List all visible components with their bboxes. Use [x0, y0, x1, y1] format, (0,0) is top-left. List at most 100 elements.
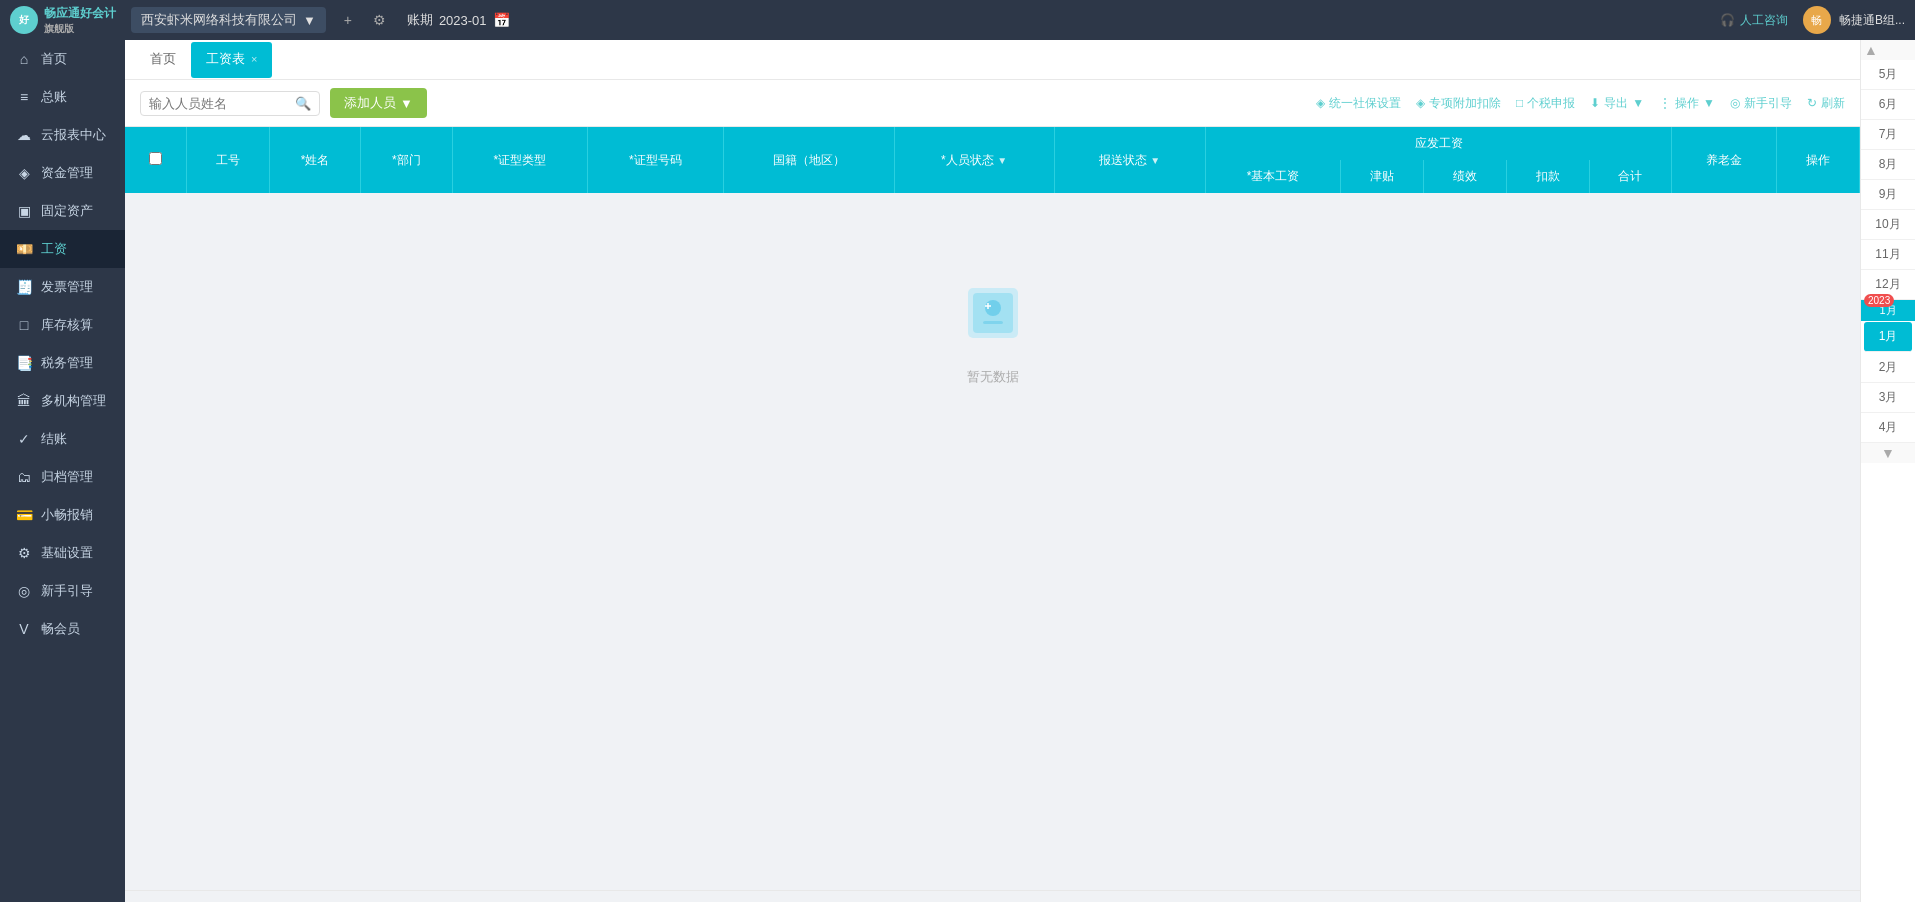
archive-icon: 🗂	[15, 469, 33, 485]
year-2023-badge: 2023 1月	[1861, 300, 1915, 321]
sidebar-label-ledger: 总账	[41, 88, 67, 106]
calendar-icon[interactable]: 📅	[493, 12, 510, 28]
export-dropdown: ▼	[1632, 96, 1644, 110]
scroll-bottom[interactable]	[125, 890, 1860, 902]
company-selector[interactable]: 西安虾米网络科技有限公司 ▼	[131, 7, 326, 33]
user-info[interactable]: 畅 畅捷通B组...	[1803, 6, 1905, 34]
tab-salary[interactable]: 工资表 ×	[191, 42, 272, 78]
settings-btn[interactable]: ⚙	[368, 8, 392, 32]
month-5[interactable]: 5月	[1861, 60, 1915, 90]
month-3-2023[interactable]: 3月	[1861, 383, 1915, 413]
add-company-btn[interactable]: +	[336, 8, 360, 32]
sidebar-item-multiorg[interactable]: 🏛 多机构管理	[0, 382, 125, 420]
logo: 好 畅应通好会计 旗舰版	[10, 5, 116, 36]
guide-btn[interactable]: ◎ 新手引导	[1730, 95, 1792, 112]
th-total: 合计	[1589, 160, 1672, 193]
sidebar-item-assets[interactable]: ▣ 固定资产	[0, 192, 125, 230]
settings-icon: ⚙	[15, 545, 33, 561]
month-11[interactable]: 11月	[1861, 240, 1915, 270]
sidebar-item-report[interactable]: ☁ 云报表中心	[0, 116, 125, 154]
month-6[interactable]: 6月	[1861, 90, 1915, 120]
topbar-actions: + ⚙	[336, 8, 392, 32]
th-status: *人员状态 ▼	[894, 127, 1054, 193]
sidebar-item-ledger[interactable]: ≡ 总账	[0, 78, 125, 116]
sidebar-label-fund: 资金管理	[41, 164, 93, 182]
sidebar-item-salary[interactable]: 💴 工资	[0, 230, 125, 268]
th-id: 工号	[187, 127, 270, 193]
tab-home[interactable]: 首页	[135, 42, 191, 78]
tab-close-icon[interactable]: ×	[251, 53, 257, 65]
current-year-badge: 2023	[1864, 294, 1894, 307]
sidebar-label-archive: 归档管理	[41, 468, 93, 486]
social-icon: ◈	[1316, 96, 1325, 110]
panel-up-btn[interactable]: ▲	[1864, 42, 1878, 58]
month-9[interactable]: 9月	[1861, 180, 1915, 210]
ledger-icon: ≡	[15, 89, 33, 105]
tabs-bar: 首页 工资表 ×	[125, 40, 1860, 80]
th-pension: 养老金	[1672, 127, 1777, 193]
sidebar-item-tax[interactable]: 📑 税务管理	[0, 344, 125, 382]
settle-icon: ✓	[15, 431, 33, 447]
social-insurance-btn[interactable]: ◈ 统一社保设置	[1316, 95, 1401, 112]
month-4-2023[interactable]: 4月	[1861, 413, 1915, 443]
export-icon: ⬇	[1590, 96, 1600, 110]
th-deduction: 扣款	[1506, 160, 1589, 193]
sidebar-item-archive[interactable]: 🗂 归档管理	[0, 458, 125, 496]
select-all-checkbox[interactable]	[149, 152, 162, 165]
sidebar-label-settings: 基础设置	[41, 544, 93, 562]
customer-service-btn[interactable]: 🎧 人工咨询	[1720, 12, 1788, 29]
export-btn[interactable]: ⬇ 导出 ▼	[1590, 95, 1644, 112]
headset-icon: 🎧	[1720, 13, 1735, 27]
tab-salary-label: 工资表	[206, 50, 245, 68]
logo-main: 畅应通好会计	[44, 5, 116, 22]
sidebar-item-settings[interactable]: ⚙ 基础设置	[0, 534, 125, 572]
panel-down-btn[interactable]: ▼	[1881, 445, 1895, 461]
sidebar-label-invoice: 发票管理	[41, 278, 93, 296]
fund-icon: ◈	[15, 165, 33, 181]
month-1-2023[interactable]: 1月	[1864, 322, 1912, 352]
sidebar-item-settle[interactable]: ✓ 结账	[0, 420, 125, 458]
status-filter-icon[interactable]: ▼	[997, 155, 1007, 166]
search-input[interactable]	[149, 96, 289, 111]
tab-home-label: 首页	[150, 50, 176, 68]
assets-icon: ▣	[15, 203, 33, 219]
ops-icon: ⋮	[1659, 96, 1671, 110]
report-filter-icon[interactable]: ▼	[1150, 155, 1160, 166]
sidebar-item-guide[interactable]: ◎ 新手引导	[0, 572, 125, 610]
sidebar-item-fund[interactable]: ◈ 资金管理	[0, 154, 125, 192]
th-subsidy: 津贴	[1341, 160, 1424, 193]
salary-table: 工号 *姓名 *部门 *证型类型 *证型号码 国籍（地区） *人员状态 ▼	[125, 127, 1860, 193]
sidebar-item-vip[interactable]: V 畅会员	[0, 610, 125, 648]
topbar-right: 🎧 人工咨询 畅 畅捷通B组...	[1720, 6, 1905, 34]
sidebar-label-tax: 税务管理	[41, 354, 93, 372]
tax-label: 个税申报	[1527, 95, 1575, 112]
extra-deduction-btn[interactable]: ◈ 专项附加扣除	[1416, 95, 1501, 112]
month-8[interactable]: 8月	[1861, 150, 1915, 180]
sidebar-label-multiorg: 多机构管理	[41, 392, 106, 410]
guide-label: 新手引导	[1744, 95, 1792, 112]
search-container: 🔍	[140, 91, 320, 116]
refresh-icon: ↻	[1807, 96, 1817, 110]
month-7[interactable]: 7月	[1861, 120, 1915, 150]
tax-icon: 📑	[15, 355, 33, 371]
personal-tax-btn[interactable]: □ 个税申报	[1516, 95, 1575, 112]
add-person-btn[interactable]: 添加人员 ▼	[330, 88, 427, 118]
vip-icon: V	[15, 621, 33, 637]
search-icon: 🔍	[295, 96, 311, 111]
period-value: 2023-01	[439, 13, 487, 28]
guide-icon: ◎	[15, 583, 33, 599]
operations-btn[interactable]: ⋮ 操作 ▼	[1659, 95, 1715, 112]
sidebar-item-invoice[interactable]: 🧾 发票管理	[0, 268, 125, 306]
checkbox-header[interactable]	[125, 127, 187, 193]
sidebar-label-expense: 小畅报销	[41, 506, 93, 524]
refresh-btn[interactable]: ↻ 刷新	[1807, 95, 1845, 112]
th-salary-group: 应发工资	[1205, 127, 1672, 160]
sidebar-label-settle: 结账	[41, 430, 67, 448]
sidebar-item-inventory[interactable]: □ 库存核算	[0, 306, 125, 344]
extra-icon: ◈	[1416, 96, 1425, 110]
month-10[interactable]: 10月	[1861, 210, 1915, 240]
sidebar-item-home[interactable]: ⌂ 首页	[0, 40, 125, 78]
th-cert-type: *证型类型	[452, 127, 588, 193]
sidebar-item-expense[interactable]: 💳 小畅报销	[0, 496, 125, 534]
month-2-2023[interactable]: 2月	[1861, 353, 1915, 383]
